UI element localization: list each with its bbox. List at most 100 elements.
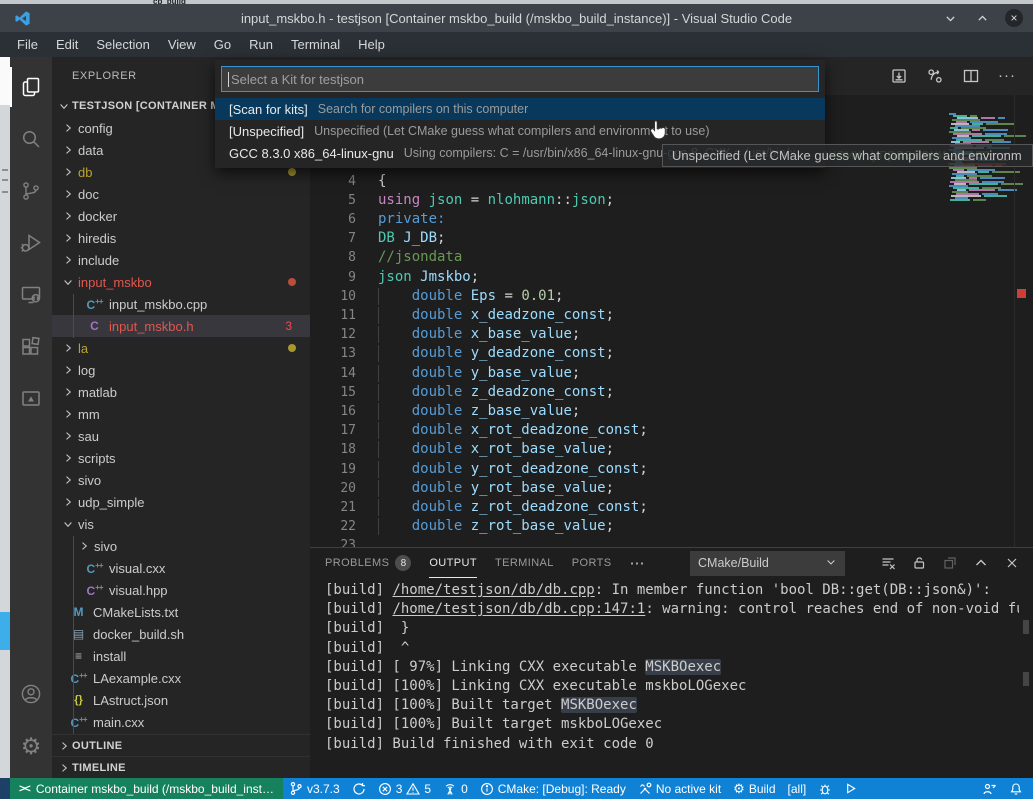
more-tabs-icon[interactable]: ⋯ [630,548,645,578]
status-problems[interactable]: 35 [372,778,437,799]
tree-item-vis[interactable]: vis [52,513,310,535]
menu-go[interactable]: Go [205,37,240,52]
menu-file[interactable]: File [8,37,47,52]
code-line-10: 10 double Eps = 0.01; [310,287,948,307]
cmake-build-icon[interactable] [889,66,909,86]
kit-option[interactable]: [Scan for kits] Search for compilers on t… [215,98,825,120]
tree-item-udp_simple[interactable]: udp_simple [52,491,310,513]
tree-item-LAstruct.json[interactable]: {} LAstruct.json [52,689,310,711]
line-number: 16 [340,404,356,419]
kit-tooltip: Unspecified (Let CMake guess what compil… [662,144,1033,167]
minimap[interactable] [948,113,1026,263]
tree-item-LAexample.cxx[interactable]: C++ LAexample.cxx [52,667,310,689]
status-cmake-build[interactable]: ⚙ Build [727,778,781,799]
code-line-19: 19 double y_rot_deadzone_const; [310,460,948,480]
timeline-section[interactable]: TIMELINE [52,756,310,778]
panel-tab-terminal[interactable]: TERMINAL [495,548,554,578]
tree-item-label: doc [78,186,99,202]
chevron-right-icon [60,472,76,488]
activity-artifacts-icon[interactable] [10,373,52,425]
output-channel-select[interactable]: CMake/Build [690,550,845,576]
code-text: double x_base_value; [411,326,581,343]
panel-scrollbar-mark[interactable] [1023,620,1029,634]
outline-section[interactable]: OUTLINE [52,734,310,756]
tree-item-install[interactable]: ≡ install [52,645,310,667]
window-close-button[interactable]: × [1005,9,1023,27]
status-active-kit[interactable]: No active kit [632,778,727,799]
tree-item-input_mskbo.h[interactable]: Cinput_mskbo.h 3 [52,315,310,337]
panel-tab-output[interactable]: OUTPUT [429,548,477,578]
clear-output-icon[interactable] [879,554,897,572]
code-text: private: [378,211,446,227]
tree-item-include[interactable]: include [52,249,310,271]
kit-option-label: [Unspecified] [229,123,305,139]
quickpick-input[interactable]: Select a Kit for testjson [221,66,819,92]
tree-item-docker[interactable]: docker [52,205,310,227]
panel-tab-ports[interactable]: PORTS [572,548,612,578]
tree-item-scripts[interactable]: scripts [52,447,310,469]
panel-tab-problems[interactable]: PROBLEMS 8 [325,548,412,578]
tree-item-input_mskbo[interactable]: input_mskbo [52,271,310,293]
activity-search-icon[interactable] [10,113,52,165]
output-channel-value: CMake/Build [698,556,769,570]
remote-indicator[interactable]: >< Container mskbo_build (/mskbo_build_i… [10,778,283,799]
line-number: 18 [340,442,356,458]
activity-remote-explorer-icon[interactable] [10,269,52,321]
window-shade-button[interactable] [941,9,959,27]
open-output-in-editor-icon[interactable] [941,554,959,572]
output-console[interactable]: [build] /home/testjson/db/db.cpp: In mem… [310,578,1019,776]
activity-accounts-icon[interactable] [10,668,52,720]
menu-view[interactable]: View [159,37,205,52]
activity-settings-icon[interactable]: ⚙ [10,720,52,772]
tree-item-sau[interactable]: sau [52,425,310,447]
titlebar[interactable]: input_mskbo.h - testjson [Container mskb… [0,4,1033,32]
hpp-file-icon: C++ [86,582,103,598]
tree-item-label: sivo [78,472,102,488]
tree-item-matlab[interactable]: matlab [52,381,310,403]
status-git-branch[interactable]: v3.7.3 [283,778,346,799]
activity-extensions-icon[interactable] [10,321,52,373]
tree-item-CMakeLists.txt[interactable]: M CMakeLists.txt [52,601,310,623]
menu-edit[interactable]: Edit [47,37,87,52]
tree-item-sivo[interactable]: sivo [52,535,310,557]
status-feedback[interactable] [976,778,1003,799]
file-tree: config data db doc docker hiredis include input… [52,117,310,733]
status-sync[interactable] [346,778,372,799]
menu-terminal[interactable]: Terminal [282,37,349,52]
code-line-5: 5 using json = nlohmann::json; [310,191,948,211]
tree-item-main.cxx[interactable]: C++ main.cxx [52,711,310,733]
lock-scrolling-icon[interactable] [910,554,928,572]
panel-scrollbar-mark[interactable] [1023,672,1029,686]
window-maximize-button[interactable] [973,9,991,27]
menu-selection[interactable]: Selection [87,37,158,52]
code-text: using json = nlohmann::json; [378,191,615,208]
status-build-target[interactable]: [all] [782,778,813,799]
tree-item-sivo[interactable]: sivo [52,469,310,491]
tree-item-mm[interactable]: mm [52,403,310,425]
activity-run-and-debug-icon[interactable] [10,217,52,269]
kit-option[interactable]: [Unspecified] Unspecified (Let CMake gues… [215,120,825,142]
status-cmake-status[interactable]: CMake: [Debug]: Ready [474,778,632,799]
activity-explorer-icon[interactable] [10,61,52,113]
tree-item-input_mskbo.cpp[interactable]: C++ input_mskbo.cpp [52,293,310,315]
menu-run[interactable]: Run [240,37,282,52]
split-editor-icon[interactable] [961,66,981,86]
status-cmake-launch[interactable] [838,778,863,799]
status-forwarded-ports[interactable]: 0 [437,778,474,799]
activity-source-control-icon[interactable] [10,165,52,217]
status-cmake-debug[interactable] [812,778,838,799]
maximize-panel-icon[interactable] [972,554,990,572]
status-notifications[interactable] [1003,778,1029,799]
more-actions-icon[interactable]: ··· [997,66,1017,86]
modified-dot [288,168,296,176]
menu-help[interactable]: Help [349,37,394,52]
tree-item-docker_build.sh[interactable]: ▤ docker_build.sh [52,623,310,645]
tree-item-la[interactable]: la [52,337,310,359]
close-panel-icon[interactable] [1003,554,1021,572]
run-tasks-icon[interactable] [925,66,945,86]
tree-item-visual.cxx[interactable]: C++ visual.cxx [52,557,310,579]
tree-item-visual.hpp[interactable]: C++ visual.hpp [52,579,310,601]
tree-item-log[interactable]: log [52,359,310,381]
tree-item-doc[interactable]: doc [52,183,310,205]
tree-item-hiredis[interactable]: hiredis [52,227,310,249]
